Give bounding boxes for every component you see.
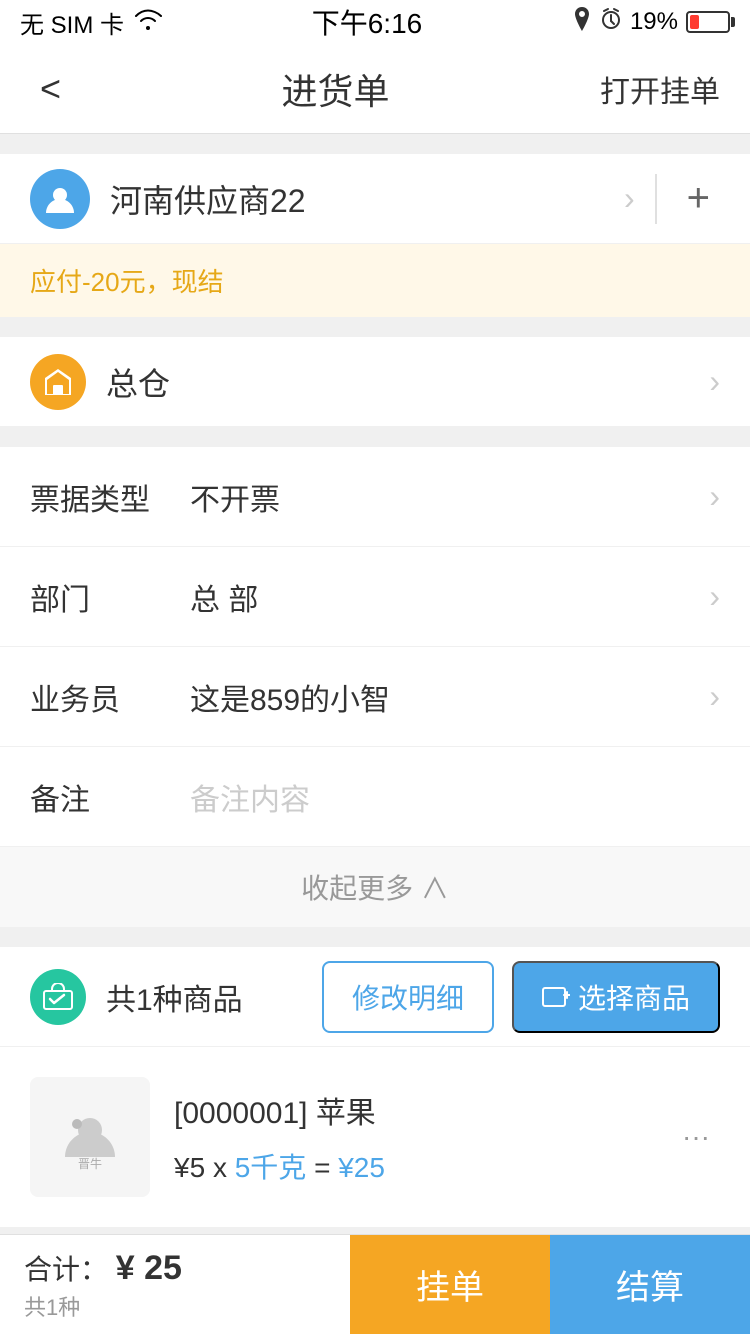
salesman-label: 业务员 (30, 675, 170, 719)
page-title: 进货单 (282, 63, 390, 115)
product-item: 晋牛 [0000001] 苹果 ¥5 x 5千克 = ¥25 ··· (0, 1047, 750, 1228)
dept-row[interactable]: 部门 总 部 › (0, 547, 750, 647)
hang-button[interactable]: 挂单 (350, 1235, 550, 1334)
supplier-name: 河南供应商22 (110, 176, 624, 222)
select-product-button[interactable]: 选择商品 (512, 961, 720, 1033)
product-code: [0000001] (174, 1097, 307, 1130)
salesman-chevron-icon: › (709, 678, 720, 715)
nav-bar: < 进货单 打开挂单 (0, 44, 750, 134)
divider-4 (0, 927, 750, 947)
product-thumbnail: 晋牛 (30, 1077, 150, 1197)
checkout-button[interactable]: 结算 (550, 1235, 750, 1334)
product-name: [0000001] 苹果 (174, 1088, 672, 1132)
battery-icon (686, 11, 730, 33)
status-right: 19% (572, 7, 730, 38)
svg-text:晋牛: 晋牛 (78, 1156, 102, 1171)
status-time: 下午6:16 (312, 2, 423, 42)
supplier-avatar (30, 169, 90, 229)
ticket-type-row[interactable]: 票据类型 不开票 › (0, 447, 750, 547)
divider-1 (0, 134, 750, 154)
back-button[interactable]: < (30, 58, 71, 120)
dept-chevron-icon: › (709, 578, 720, 615)
product-title: 苹果 (316, 1097, 376, 1130)
products-icon (30, 969, 86, 1025)
divider-2 (0, 317, 750, 337)
warehouse-name: 总仓 (106, 359, 709, 405)
add-supplier-button[interactable]: + (677, 166, 720, 231)
products-section: 共1种商品 修改明细 选择商品 晋牛 [0000001] 苹果 (0, 947, 750, 1228)
products-count: 共1种商品 (106, 975, 322, 1019)
form-section: 票据类型 不开票 › 部门 总 部 › 业务员 这是859的小智 › 备注 备注… (0, 447, 750, 927)
ticket-chevron-icon: › (709, 478, 720, 515)
collapse-button[interactable]: 收起更多 ∧ (0, 847, 750, 927)
wifi-icon (134, 8, 162, 37)
ticket-type-value: 不开票 (170, 475, 709, 519)
warehouse-icon (30, 354, 86, 410)
remark-input[interactable]: 备注内容 (170, 775, 720, 819)
dept-label: 部门 (30, 575, 170, 619)
alarm-icon (600, 7, 622, 38)
chevron-right-icon: › (624, 180, 635, 217)
total-count: 共1种 (24, 1290, 326, 1322)
supplier-divider (655, 174, 657, 224)
collapse-label: 收起更多 ∧ (301, 867, 449, 907)
status-carrier: 无 SIM 卡 (20, 5, 162, 40)
supplier-notice: 应付-20元，现结 (0, 244, 750, 317)
open-hang-button[interactable]: 打开挂单 (600, 67, 720, 111)
warehouse-row[interactable]: 总仓 › (0, 337, 750, 427)
warehouse-section: 总仓 › (0, 337, 750, 427)
products-header: 共1种商品 修改明细 选择商品 (0, 947, 750, 1047)
product-more-button[interactable]: ··· (672, 1111, 720, 1163)
salesman-row[interactable]: 业务员 这是859的小智 › (0, 647, 750, 747)
supplier-section: 河南供应商22 › + 应付-20元，现结 (0, 154, 750, 317)
product-quantity: 5千克 (235, 1152, 307, 1183)
product-info: [0000001] 苹果 ¥5 x 5千克 = ¥25 (174, 1088, 672, 1186)
edit-detail-button[interactable]: 修改明细 (322, 961, 494, 1033)
warehouse-chevron-icon: › (709, 363, 720, 400)
location-icon (572, 7, 592, 38)
total-label: 合计： (24, 1254, 108, 1285)
salesman-value: 这是859的小智 (170, 675, 709, 719)
status-bar: 无 SIM 卡 下午6:16 19% (0, 0, 750, 44)
total-section: 合计： ¥ 25 共1种 (0, 1235, 350, 1334)
remark-row[interactable]: 备注 备注内容 (0, 747, 750, 847)
total-amount: ¥ 25 (116, 1249, 182, 1287)
product-price: ¥5 x 5千克 = ¥25 (174, 1146, 672, 1186)
dept-value: 总 部 (170, 575, 709, 619)
select-product-label: 选择商品 (578, 977, 690, 1017)
remark-label: 备注 (30, 775, 170, 819)
bottom-bar: 合计： ¥ 25 共1种 挂单 结算 (0, 1234, 750, 1334)
product-total: ¥25 (338, 1152, 385, 1183)
battery-percent: 19% (630, 8, 678, 36)
divider-3 (0, 427, 750, 447)
supplier-row[interactable]: 河南供应商22 › + (0, 154, 750, 244)
ticket-type-label: 票据类型 (30, 475, 170, 519)
